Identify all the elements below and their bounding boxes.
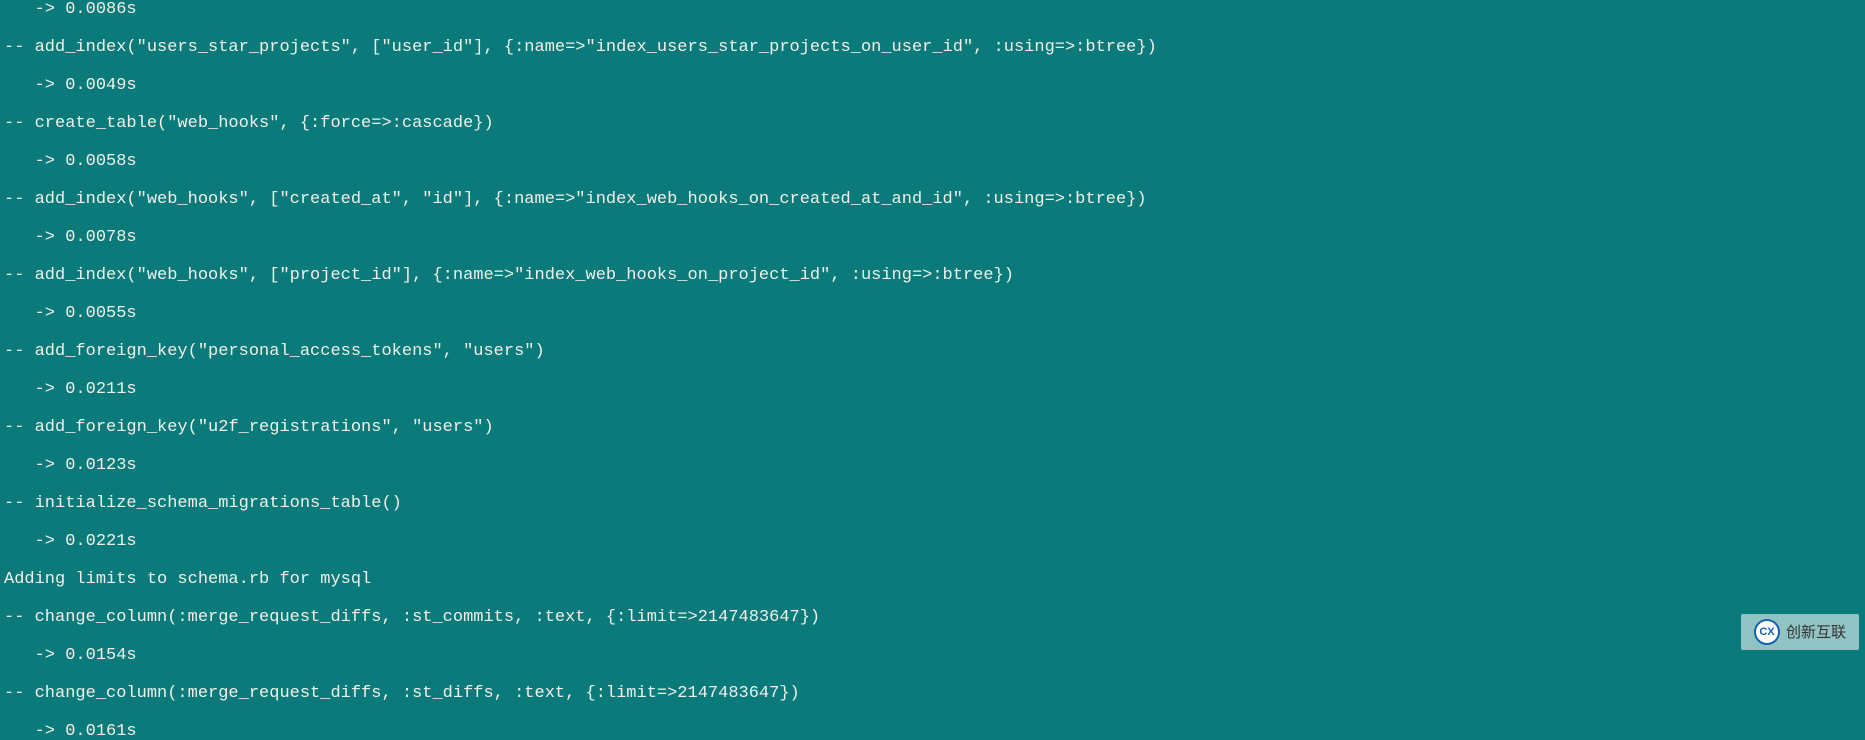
terminal-line: Adding limits to schema.rb for mysql: [4, 570, 1861, 589]
terminal-line: -> 0.0055s: [4, 304, 1861, 323]
terminal-line: -> 0.0058s: [4, 152, 1861, 171]
terminal-line: -> 0.0049s: [4, 76, 1861, 95]
terminal-line: -- add_index("users_star_projects", ["us…: [4, 38, 1861, 57]
terminal-line: -> 0.0123s: [4, 456, 1861, 475]
terminal-line: -- add_index("web_hooks", ["project_id"]…: [4, 266, 1861, 285]
terminal-line: -> 0.0154s: [4, 646, 1861, 665]
terminal-line: -> 0.0221s: [4, 532, 1861, 551]
terminal-line: -- initialize_schema_migrations_table(): [4, 494, 1861, 513]
terminal-line: -> 0.0161s: [4, 722, 1861, 740]
terminal-line: -- change_column(:merge_request_diffs, :…: [4, 684, 1861, 703]
terminal-line: -> 0.0211s: [4, 380, 1861, 399]
terminal-line: -> 0.0086s: [4, 0, 1861, 19]
terminal-line: -- add_index("web_hooks", ["created_at",…: [4, 190, 1861, 209]
terminal-line: -- create_table("web_hooks", {:force=>:c…: [4, 114, 1861, 133]
terminal-line: -- add_foreign_key("personal_access_toke…: [4, 342, 1861, 361]
terminal-output: -> 0.0086s -- add_index("users_star_proj…: [0, 0, 1865, 740]
terminal-line: -- add_foreign_key("u2f_registrations", …: [4, 418, 1861, 437]
terminal-line: -- change_column(:merge_request_diffs, :…: [4, 608, 1861, 627]
terminal-line: -> 0.0078s: [4, 228, 1861, 247]
